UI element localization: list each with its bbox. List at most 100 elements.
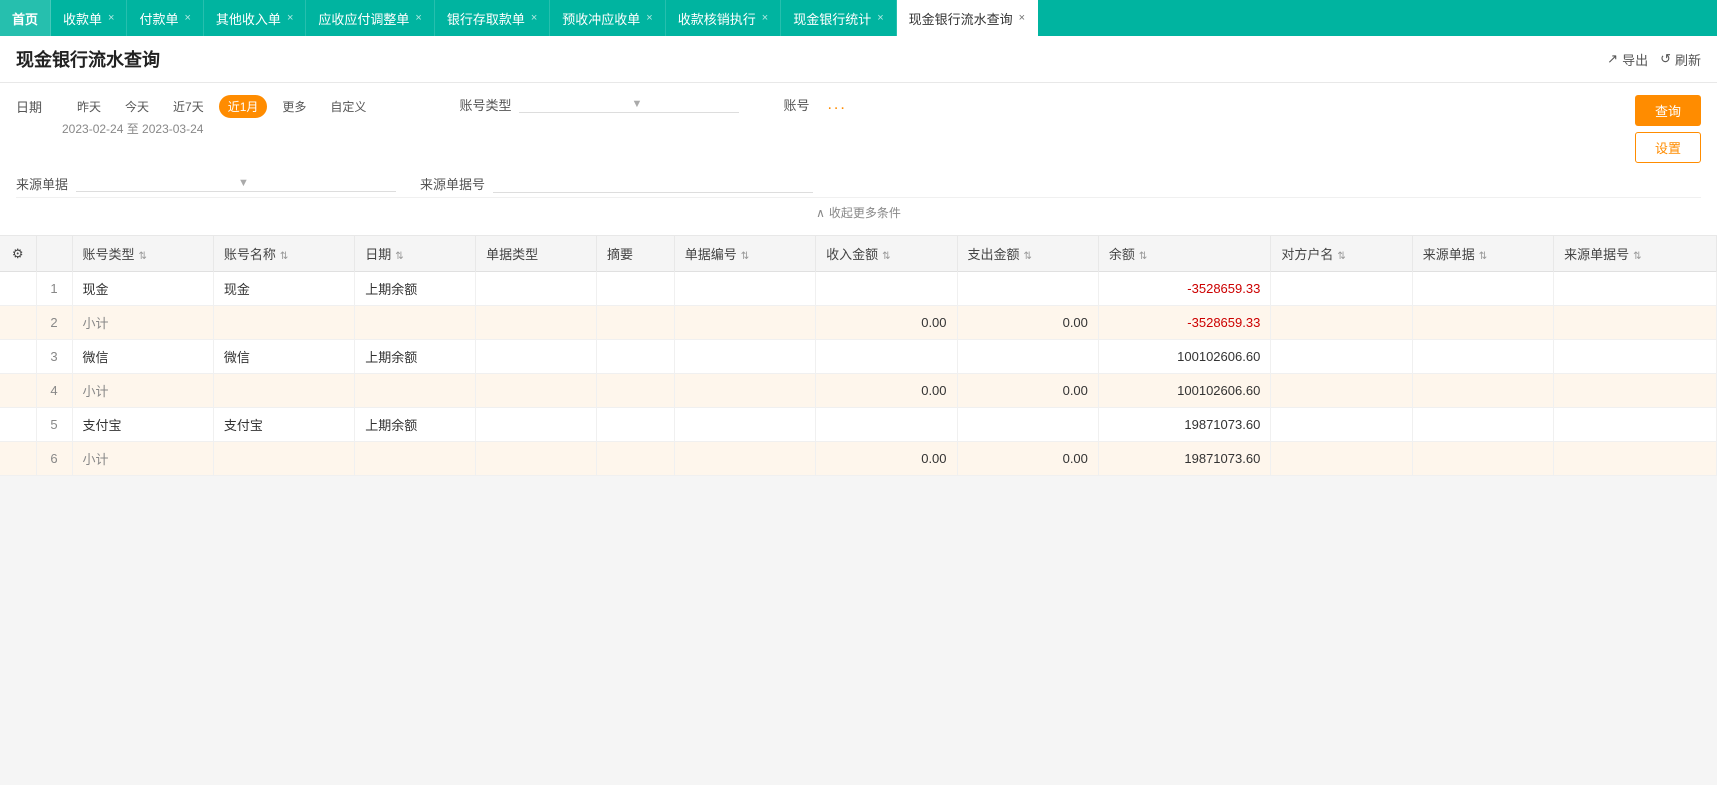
sort-icon: ⇅ — [882, 251, 890, 262]
nav-item-advance-offset[interactable]: 预收冲应收单× — [550, 0, 665, 36]
close-icon[interactable]: × — [287, 12, 293, 24]
cell-account_name — [213, 374, 354, 408]
collapse-more-button[interactable]: ∧ 收起更多条件 — [16, 197, 1701, 223]
column-header-income[interactable]: 收入金额⇅ — [816, 236, 957, 272]
cell-counterparty — [1271, 340, 1412, 374]
page-title: 现金银行流水查询 — [16, 46, 160, 72]
cell-doc_type — [476, 340, 597, 374]
nav-item-home[interactable]: 首页 — [0, 0, 51, 36]
close-icon[interactable]: × — [877, 12, 883, 24]
cell-source_doc — [1412, 272, 1553, 306]
cell-source_doc — [1412, 306, 1553, 340]
table-row: 1现金现金上期余额-3528659.33 — [0, 272, 1717, 306]
date-option-7days[interactable]: 近7天 — [164, 95, 213, 118]
nav-item-ar-ap-adjust[interactable]: 应收应付调整单× — [306, 0, 434, 36]
cell-income — [816, 408, 957, 442]
date-option-more[interactable]: 更多 — [273, 95, 315, 118]
cell-num: 5 — [36, 408, 72, 442]
account-type-filter-group: 账号类型 ▼ — [459, 95, 739, 124]
column-header-source_doc_no[interactable]: 来源单据号⇅ — [1554, 236, 1717, 272]
cell-source_doc_no — [1554, 340, 1717, 374]
cell-source_doc_no — [1554, 374, 1717, 408]
cell-source_doc — [1412, 442, 1553, 476]
column-header-balance[interactable]: 余额⇅ — [1098, 236, 1270, 272]
cell-num: 4 — [36, 374, 72, 408]
sort-icon: ⇅ — [1139, 251, 1147, 262]
nav-item-cash-bank-flow[interactable]: 现金银行流水查询× — [897, 0, 1038, 36]
cell-date: 上期余额 — [355, 340, 476, 374]
date-option-1month[interactable]: 近1月 — [219, 95, 268, 118]
close-icon[interactable]: × — [108, 12, 114, 24]
close-icon[interactable]: × — [415, 12, 421, 24]
cell-gear — [0, 340, 36, 374]
cell-income: 0.00 — [816, 374, 957, 408]
close-icon[interactable]: × — [1019, 12, 1025, 24]
source-doc-num-input[interactable] — [493, 173, 813, 193]
close-icon[interactable]: × — [762, 12, 768, 24]
cell-gear — [0, 272, 36, 306]
cell-summary — [596, 374, 674, 408]
nav-item-bank-deposit[interactable]: 银行存取款单× — [435, 0, 550, 36]
gear-icon[interactable]: ⚙ — [12, 246, 24, 261]
cell-account_name — [213, 306, 354, 340]
export-button[interactable]: ↗ 导出 — [1607, 50, 1648, 69]
cell-num: 1 — [36, 272, 72, 306]
cell-counterparty — [1271, 374, 1412, 408]
column-header-date[interactable]: 日期⇅ — [355, 236, 476, 272]
close-icon[interactable]: × — [531, 12, 537, 24]
column-header-account_type[interactable]: 账号类型⇅ — [72, 236, 213, 272]
data-table: ⚙账号类型⇅账号名称⇅日期⇅单据类型摘要单据编号⇅收入金额⇅支出金额⇅余额⇅对方… — [0, 236, 1717, 476]
column-header-expense[interactable]: 支出金额⇅ — [957, 236, 1098, 272]
account-type-label: 账号类型 — [459, 95, 511, 114]
cell-account_name: 现金 — [213, 272, 354, 306]
nav-item-other-income[interactable]: 其他收入单× — [204, 0, 306, 36]
export-icon: ↗ — [1607, 51, 1618, 67]
cell-income: 0.00 — [816, 442, 957, 476]
sort-icon: ⇅ — [741, 251, 749, 262]
cell-source_doc — [1412, 340, 1553, 374]
cell-date — [355, 306, 476, 340]
source-doc-filter-group: 来源单据 ▼ — [16, 174, 396, 193]
account-filter-group: 账号 ... — [783, 95, 846, 124]
cell-summary — [596, 272, 674, 306]
top-navigation: 首页收款单×付款单×其他收入单×应收应付调整单×银行存取款单×预收冲应收单×收款… — [0, 0, 1717, 36]
cell-date — [355, 374, 476, 408]
cell-gear — [0, 374, 36, 408]
column-header-doc_no[interactable]: 单据编号⇅ — [674, 236, 815, 272]
column-header-counterparty[interactable]: 对方户名⇅ — [1271, 236, 1412, 272]
settings-button[interactable]: 设置 — [1635, 132, 1701, 163]
date-option-custom[interactable]: 自定义 — [321, 95, 375, 118]
query-button[interactable]: 查询 — [1635, 95, 1701, 126]
cell-expense: 0.00 — [957, 306, 1098, 340]
source-doc-num-label: 来源单据号 — [420, 174, 485, 193]
cell-date: 上期余额 — [355, 272, 476, 306]
close-icon[interactable]: × — [184, 12, 190, 24]
account-ellipsis-button[interactable]: ... — [827, 96, 846, 114]
cell-gear — [0, 408, 36, 442]
sort-icon: ⇅ — [139, 251, 147, 262]
nav-item-collection-exec[interactable]: 收款核销执行× — [666, 0, 781, 36]
cell-account_type: 微信 — [72, 340, 213, 374]
cell-balance: 100102606.60 — [1098, 374, 1270, 408]
date-option-today[interactable]: 今天 — [116, 95, 158, 118]
nav-item-cash-bank-stat[interactable]: 现金银行统计× — [781, 0, 896, 36]
column-header-account_name[interactable]: 账号名称⇅ — [213, 236, 354, 272]
date-option-yesterday[interactable]: 昨天 — [68, 95, 110, 118]
cell-summary — [596, 408, 674, 442]
source-doc-select[interactable]: ▼ — [76, 175, 396, 192]
refresh-button[interactable]: ↺ 刷新 — [1660, 50, 1701, 69]
table-row: 3微信微信上期余额100102606.60 — [0, 340, 1717, 374]
cell-counterparty — [1271, 272, 1412, 306]
cell-doc_type — [476, 272, 597, 306]
header-actions: ↗ 导出 ↺ 刷新 — [1607, 50, 1701, 69]
cell-expense — [957, 408, 1098, 442]
nav-item-receipt[interactable]: 收款单× — [51, 0, 127, 36]
cell-summary — [596, 306, 674, 340]
cell-balance: 19871073.60 — [1098, 442, 1270, 476]
sort-icon: ⇅ — [1479, 251, 1487, 262]
close-icon[interactable]: × — [646, 12, 652, 24]
nav-item-payment[interactable]: 付款单× — [127, 0, 203, 36]
account-type-select[interactable]: ▼ — [519, 96, 739, 113]
column-header-source_doc[interactable]: 来源单据⇅ — [1412, 236, 1553, 272]
table-row: 4小计0.000.00100102606.60 — [0, 374, 1717, 408]
